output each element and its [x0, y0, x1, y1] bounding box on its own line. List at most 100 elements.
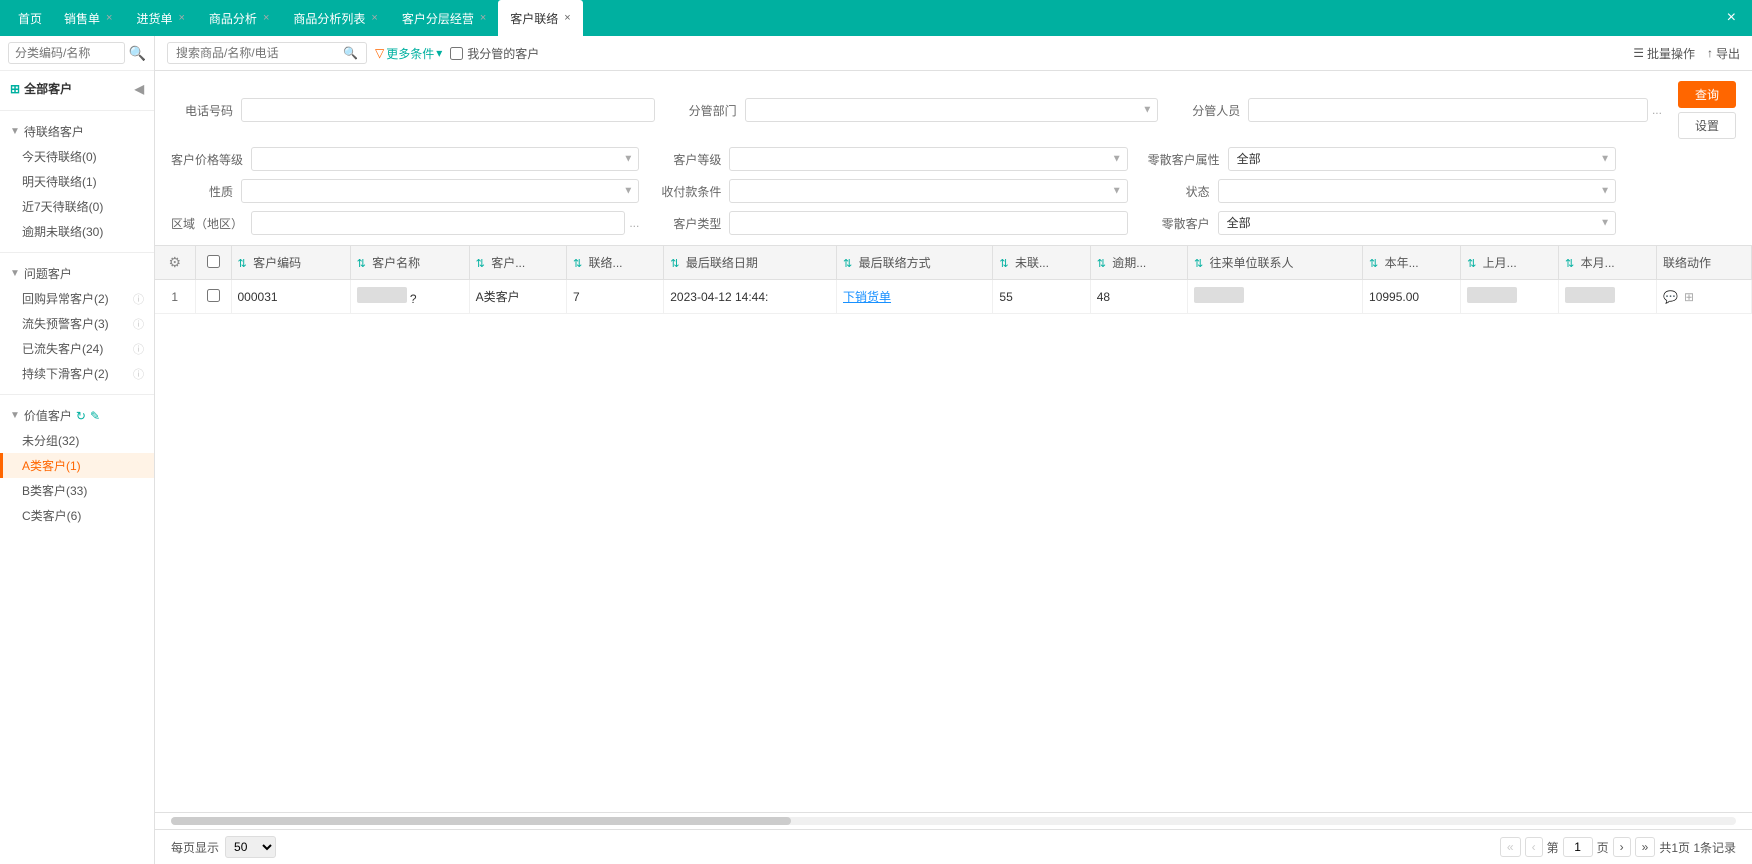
- filter-person-dots-icon[interactable]: ...: [1652, 103, 1662, 117]
- nav-tab-purchase[interactable]: 进货单 ×: [124, 0, 196, 36]
- sidebar-item-7days[interactable]: 近7天待联络(0): [0, 194, 154, 219]
- filter-payment-select[interactable]: [729, 179, 1127, 203]
- nav-tab-sales[interactable]: 销售单 ×: [52, 0, 124, 36]
- table-col-name[interactable]: ⇅ 客户名称: [350, 246, 469, 280]
- action-chat-icon[interactable]: 💬: [1663, 290, 1678, 304]
- edit-icon[interactable]: ✎: [90, 409, 100, 423]
- toolbar-search-icon[interactable]: 🔍: [343, 46, 358, 60]
- cell-contact: 7: [566, 280, 663, 314]
- table-col-unit-contact[interactable]: ⇅ 往来单位联系人: [1187, 246, 1362, 280]
- nav-tab-product-analysis[interactable]: 商品分析 ×: [197, 0, 281, 36]
- filter-phone-input[interactable]: [241, 98, 655, 122]
- my-customer-checkbox-wrap[interactable]: 我分管的客户: [450, 45, 539, 62]
- close-tab-product-analysis-icon[interactable]: ×: [263, 12, 269, 24]
- filter-payment-label: 收付款条件: [659, 183, 729, 200]
- pending-contact-title[interactable]: ▼ 待联络客户: [0, 119, 154, 144]
- close-tab-sales-icon[interactable]: ×: [106, 12, 112, 24]
- problem-customers-title[interactable]: ▼ 问题客户: [0, 261, 154, 286]
- filter-retail-customer-wrap: 全部 ▼: [1218, 211, 1616, 235]
- sidebar-item-declining[interactable]: 持续下滑客户(2) ⓘ: [0, 361, 154, 386]
- action-qr-icon[interactable]: ⊞: [1684, 290, 1694, 304]
- value-customers-title[interactable]: ▼ 价值客户 ↻ ✎: [0, 403, 154, 428]
- filter-person-input[interactable]: [1248, 98, 1648, 122]
- next-page-btn[interactable]: ›: [1613, 837, 1631, 857]
- divider-3: [0, 394, 154, 395]
- sidebar-item-churn-warning[interactable]: 流失预警客户(3) ⓘ: [0, 311, 154, 336]
- close-tab-customer-tier-icon[interactable]: ×: [480, 12, 486, 24]
- last-page-btn[interactable]: »: [1635, 837, 1656, 857]
- sidebar-search-input[interactable]: [8, 42, 125, 64]
- setting-button[interactable]: 设置: [1678, 112, 1736, 139]
- page-number-input[interactable]: [1563, 837, 1593, 857]
- filter-dept-select[interactable]: [745, 98, 1159, 122]
- table-col-this-month[interactable]: ⇅ 本月...: [1559, 246, 1657, 280]
- page-size-select[interactable]: 50 100 200: [225, 836, 276, 858]
- filter-retail-attr-select[interactable]: 全部: [1228, 147, 1616, 171]
- sort-this-month-icon: ⇅: [1565, 258, 1574, 270]
- close-tab-customer-contact-icon[interactable]: ×: [564, 12, 570, 24]
- nav-right: ×: [1719, 9, 1744, 27]
- search-input[interactable]: [176, 46, 339, 60]
- table-col-level[interactable]: ⇅ 客户...: [469, 246, 566, 280]
- last-method-link[interactable]: 下销货单: [843, 290, 891, 304]
- table-select-all-checkbox[interactable]: [207, 255, 220, 268]
- filter-customer-type-input[interactable]: [729, 211, 1127, 235]
- table-col-last-date[interactable]: ⇅ 最后联络日期: [664, 246, 837, 280]
- nav-tab-customer-contact[interactable]: 客户联络 ×: [498, 0, 582, 36]
- sidebar-item-c-class[interactable]: C类客户(6): [0, 503, 154, 528]
- table-col-overdue[interactable]: ⇅ 逾期...: [1090, 246, 1187, 280]
- cell-level: A类客户: [469, 280, 566, 314]
- sidebar-item-churned[interactable]: 已流失客户(24) ⓘ: [0, 336, 154, 361]
- sidebar-item-a-class[interactable]: A类客户(1): [0, 453, 154, 478]
- my-customer-checkbox[interactable]: [450, 47, 463, 60]
- more-filter-btn[interactable]: ▽ 更多条件 ▾: [375, 45, 442, 62]
- close-tab-product-list-icon[interactable]: ×: [371, 12, 377, 24]
- sidebar-item-tomorrow[interactable]: 明天待联络(1): [0, 169, 154, 194]
- filter-price-level-field: 客户价格等级 ▼: [171, 147, 639, 171]
- filter-status-select[interactable]: [1218, 179, 1616, 203]
- all-customers-title[interactable]: ⊞ 全部客户 ◀: [0, 75, 154, 102]
- scrollbar-thumb[interactable]: [171, 817, 791, 825]
- nav-home[interactable]: 首页: [8, 0, 52, 36]
- table-col-last-method[interactable]: ⇅ 最后联络方式: [837, 246, 993, 280]
- filter-customer-level-select[interactable]: [729, 147, 1127, 171]
- table-header-row: ⚙ ⇅ 客户编码 ⇅ 客户名称: [155, 246, 1752, 280]
- filter-price-level-select[interactable]: [251, 147, 639, 171]
- sidebar-item-b-class[interactable]: B类客户(33): [0, 478, 154, 503]
- filter-arrow-icon: ▾: [436, 46, 442, 60]
- filter-retail-customer-select[interactable]: 全部: [1218, 211, 1616, 235]
- sort-last-month-icon: ⇅: [1467, 258, 1476, 270]
- window-close-icon[interactable]: ×: [1719, 9, 1744, 27]
- prev-page-btn[interactable]: ‹: [1525, 837, 1543, 857]
- horizontal-scrollbar[interactable]: [171, 817, 1736, 825]
- sidebar-search-icon[interactable]: 🔍: [129, 45, 146, 62]
- table-col-last-month[interactable]: ⇅ 上月...: [1461, 246, 1559, 280]
- gear-icon[interactable]: ⚙: [168, 254, 181, 270]
- table-col-code[interactable]: ⇅ 客户编码: [231, 246, 350, 280]
- refresh-icon[interactable]: ↻: [76, 409, 86, 423]
- query-button[interactable]: 查询: [1678, 81, 1736, 108]
- sidebar-item-repurchase-anomaly[interactable]: 回购异常客户(2) ⓘ: [0, 286, 154, 311]
- sidebar-item-today[interactable]: 今天待联络(0): [0, 144, 154, 169]
- table-col-gear[interactable]: ⚙: [155, 246, 195, 280]
- nav-tab-product-list[interactable]: 商品分析列表 ×: [281, 0, 389, 36]
- table-col-contact[interactable]: ⇅ 联络...: [566, 246, 663, 280]
- sidebar-item-overdue[interactable]: 逾期未联络(30): [0, 219, 154, 244]
- filter-nature-select[interactable]: [241, 179, 639, 203]
- row-checkbox[interactable]: [207, 289, 220, 302]
- table-wrap: ⚙ ⇅ 客户编码 ⇅ 客户名称: [155, 246, 1752, 812]
- sidebar-item-ungrouped[interactable]: 未分组(32): [0, 428, 154, 453]
- filter-region-input[interactable]: [251, 211, 625, 235]
- filter-region-dots-icon[interactable]: ...: [629, 216, 639, 230]
- table-col-this-year[interactable]: ⇅ 本年...: [1363, 246, 1461, 280]
- filter-price-level-wrap: ▼: [251, 147, 639, 171]
- nav-tab-customer-tier[interactable]: 客户分层经营 ×: [390, 0, 498, 36]
- close-tab-purchase-icon[interactable]: ×: [178, 12, 184, 24]
- batch-ops-btn[interactable]: ☰ 批量操作: [1633, 45, 1695, 62]
- table-col-uncontacted[interactable]: ⇅ 未联...: [993, 246, 1090, 280]
- export-btn[interactable]: ↑ 导出: [1707, 45, 1740, 62]
- sidebar-collapse-icon[interactable]: ◀: [135, 82, 144, 96]
- sort-last-date-icon: ⇅: [670, 258, 679, 270]
- first-page-btn[interactable]: «: [1500, 837, 1521, 857]
- sort-name-icon: ⇅: [357, 258, 366, 270]
